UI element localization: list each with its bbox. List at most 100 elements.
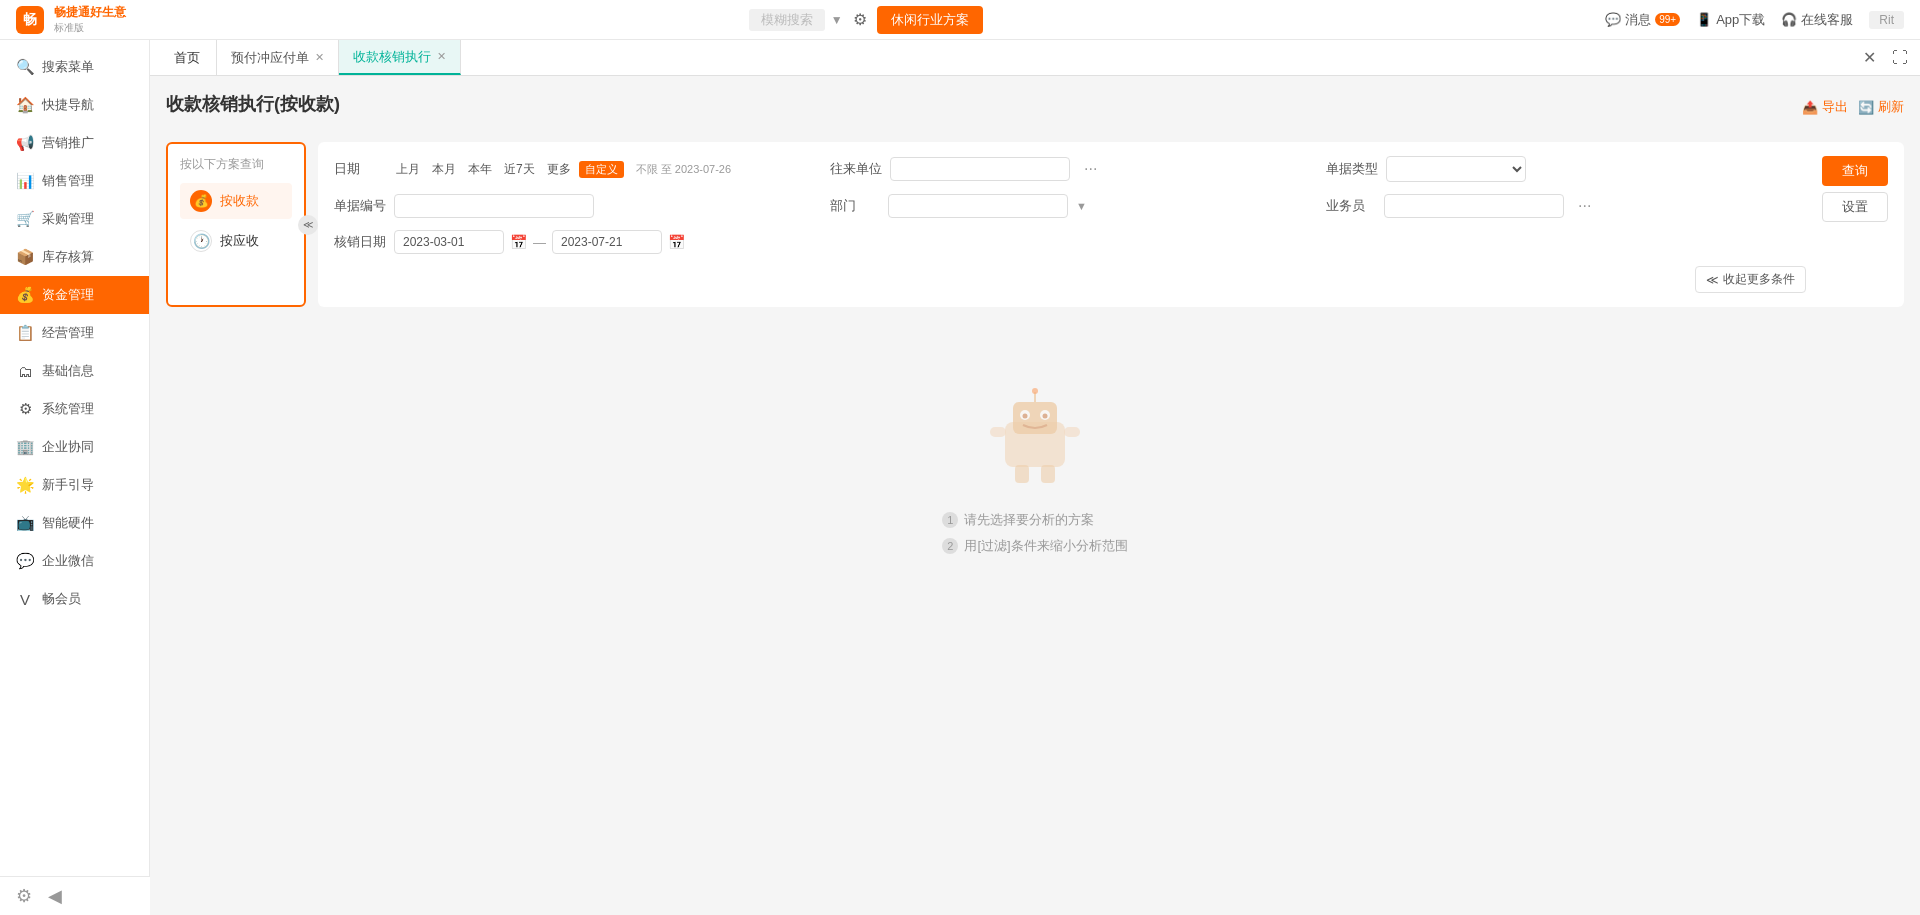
- date-label: 日期: [334, 160, 384, 178]
- tab-prepay[interactable]: 预付冲应付单 ✕: [217, 40, 339, 75]
- date-7days[interactable]: 近7天: [500, 159, 539, 180]
- verify-date-label: 核销日期: [334, 233, 386, 251]
- tab-receipt-close[interactable]: ✕: [437, 50, 446, 63]
- app-logo: 畅: [16, 6, 44, 34]
- staff-input[interactable]: [1384, 194, 1564, 218]
- sidebar-item-operation[interactable]: 📋经营管理: [0, 314, 149, 352]
- tab-expand-icon[interactable]: ⛶: [1888, 45, 1912, 71]
- query-button[interactable]: 查询: [1822, 156, 1888, 186]
- sidebar-label-hardware: 智能硬件: [42, 514, 94, 532]
- topbar-search-area: 模糊搜索 ▼: [749, 9, 843, 31]
- solution-button[interactable]: 休闲行业方案: [877, 6, 983, 34]
- receipt-icon: 💰: [190, 190, 212, 212]
- filter-option-receivable[interactable]: 🕐 按应收: [180, 223, 292, 259]
- collapse-sidebar-icon[interactable]: ◀: [48, 885, 62, 907]
- sidebar-item-guide[interactable]: 🌟新手引导: [0, 466, 149, 504]
- sidebar-label-purchase: 采购管理: [42, 210, 94, 228]
- tab-prepay-close[interactable]: ✕: [315, 51, 324, 64]
- sidebar-label-sales: 销售管理: [42, 172, 94, 190]
- svg-point-4: [1023, 414, 1028, 419]
- filter-row-1: 日期 上月 本月 本年 近7天 更多 自定义: [334, 156, 1806, 182]
- sidebar-label-system: 系统管理: [42, 400, 94, 418]
- user-info[interactable]: Rit: [1869, 11, 1904, 29]
- date-this-year[interactable]: 本年: [464, 159, 496, 180]
- topbar-center: 模糊搜索 ▼ ⚙ 休闲行业方案: [749, 6, 983, 34]
- staff-dots-icon[interactable]: ···: [1572, 197, 1597, 215]
- verify-date-start-input[interactable]: [394, 230, 504, 254]
- sidebar-item-system[interactable]: ⚙系统管理: [0, 390, 149, 428]
- tab-home[interactable]: 首页: [158, 40, 217, 75]
- enterprise-icon: 🏢: [16, 438, 34, 456]
- verify-date-end-cal-icon[interactable]: 📅: [668, 234, 685, 250]
- verify-date-end-input[interactable]: [552, 230, 662, 254]
- sidebar-item-wechat[interactable]: 💬企业微信: [0, 542, 149, 580]
- empty-tip-2: 2 用[过滤]条件来缩小分析范围: [942, 533, 1127, 559]
- svg-rect-10: [1015, 465, 1029, 483]
- bill-type-select[interactable]: [1386, 156, 1526, 182]
- more-conditions-button[interactable]: ≪ 收起更多条件: [1695, 266, 1806, 293]
- filter-option-receipt[interactable]: 💰 按收款: [180, 183, 292, 219]
- tab-close-window-icon[interactable]: ✕: [1859, 44, 1880, 71]
- date-custom-tag[interactable]: 自定义: [579, 161, 624, 178]
- sidebar-item-search[interactable]: 🔍搜索菜单: [0, 48, 149, 86]
- receivable-icon: 🕐: [190, 230, 212, 252]
- sidebar-item-inventory[interactable]: 📦库存核算: [0, 238, 149, 276]
- date-last-month[interactable]: 上月: [392, 159, 424, 180]
- sidebar-item-basic[interactable]: 🗂基础信息: [0, 352, 149, 390]
- sidebar-item-marketing[interactable]: 📢 营销推广: [0, 124, 149, 162]
- sidebar-item-member[interactable]: V畅会员: [0, 580, 149, 618]
- svg-point-5: [1043, 414, 1048, 419]
- verify-date-start-cal-icon[interactable]: 📅: [510, 234, 527, 250]
- message-icon: 💬: [1605, 12, 1621, 27]
- topbar-gear-icon[interactable]: ⚙: [853, 10, 867, 29]
- sidebar-label-fund: 资金管理: [42, 286, 94, 304]
- app-download-button[interactable]: 📱 App下载: [1696, 11, 1765, 29]
- filter-fields-area: 日期 上月 本月 本年 近7天 更多 自定义: [334, 156, 1806, 293]
- svg-rect-9: [1064, 427, 1080, 437]
- page-top-actions: 📤 导出 🔄 刷新: [1802, 98, 1904, 116]
- brand-text: 畅捷通好生意 标准版: [54, 4, 126, 35]
- filter-form: 日期 上月 本月 本年 近7天 更多 自定义: [318, 142, 1904, 307]
- topbar-right: 💬 消息 99+ 📱 App下载 🎧 在线客服 Rit: [1605, 11, 1904, 29]
- action-buttons: 查询 设置: [1822, 156, 1888, 222]
- sidebar-item-fund[interactable]: 💰资金管理: [0, 276, 149, 314]
- sidebar-item-enterprise[interactable]: 🏢企业协同: [0, 428, 149, 466]
- date-range-separator: —: [533, 235, 546, 250]
- counterpart-field: 往来单位 ···: [830, 157, 1310, 181]
- counterpart-input[interactable]: [890, 157, 1070, 181]
- service-button[interactable]: 🎧 在线客服: [1781, 11, 1853, 29]
- refresh-button[interactable]: 🔄 刷新: [1858, 98, 1904, 116]
- wechat-icon: 💬: [16, 552, 34, 570]
- sidebar: 🔍搜索菜单🏠快捷导航 📢 营销推广 📊销售管理 🛒 采购管理 📦库存核算💰资金管理📋经营管理…: [0, 40, 150, 915]
- export-button[interactable]: 📤 导出: [1802, 98, 1848, 116]
- date-this-month[interactable]: 本月: [428, 159, 460, 180]
- refresh-icon: 🔄: [1858, 100, 1874, 115]
- page-title: 收款核销执行(按收款): [166, 92, 340, 116]
- tabbar-right: ✕ ⛶: [1859, 44, 1912, 71]
- svg-rect-11: [1041, 465, 1055, 483]
- sidebar-item-sales[interactable]: 📊销售管理: [0, 162, 149, 200]
- dept-label: 部门: [830, 197, 880, 215]
- collapse-filter-button[interactable]: ≪: [298, 215, 318, 235]
- settings-button[interactable]: 设置: [1822, 192, 1888, 222]
- filter-left-panel: 按以下方案查询 💰 按收款 🕐 按应收 ≪: [166, 142, 306, 307]
- settings-bottom-icon[interactable]: ⚙: [16, 885, 32, 907]
- counterpart-dots-icon[interactable]: ···: [1078, 160, 1103, 178]
- sidebar-item-quick[interactable]: 🏠快捷导航: [0, 86, 149, 124]
- topbar-left: 畅 畅捷通好生意 标准版: [16, 4, 126, 35]
- message-button[interactable]: 💬 消息 99+: [1605, 11, 1680, 29]
- date-more[interactable]: 更多: [543, 159, 575, 180]
- main-content: 首页 预付冲应付单 ✕ 收款核销执行 ✕ ✕ ⛶ 收款核销执行(按收款): [150, 40, 1920, 915]
- quick-icon: 🏠: [16, 96, 34, 114]
- dept-input[interactable]: [888, 194, 1068, 218]
- marketing-icon: 📢: [16, 134, 34, 152]
- sidebar-item-hardware[interactable]: 📺智能硬件: [0, 504, 149, 542]
- headset-icon: 🎧: [1781, 12, 1797, 27]
- dept-arrow-icon[interactable]: ▼: [1076, 200, 1087, 212]
- sidebar-label-marketing: 营销推广: [42, 134, 94, 152]
- tab-receipt[interactable]: 收款核销执行 ✕: [339, 40, 461, 75]
- sidebar-item-purchase[interactable]: 🛒 采购管理: [0, 200, 149, 238]
- bill-number-input[interactable]: [394, 194, 594, 218]
- purchase-icon: 🛒: [16, 210, 34, 228]
- empty-tip-1: 1 请先选择要分析的方案: [942, 507, 1127, 533]
